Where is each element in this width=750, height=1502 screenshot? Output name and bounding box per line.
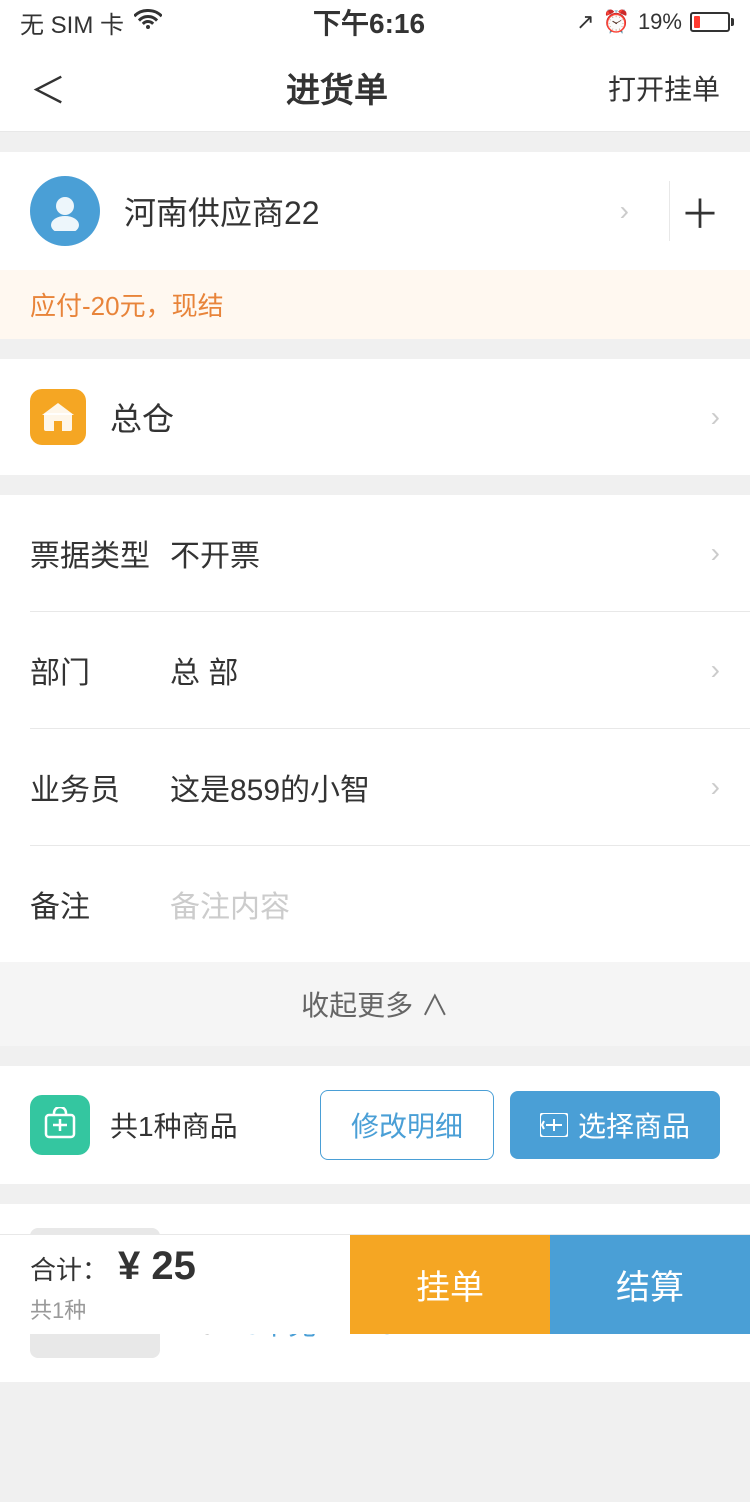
status-bar: 无 SIM 卡 下午6:16 ↗ ⏰ 19%	[0, 0, 750, 44]
checkout-button[interactable]: 结算	[550, 1235, 750, 1334]
supplier-arrow-icon: ›	[620, 195, 629, 227]
section-gap-3	[0, 475, 750, 495]
open-hang-button[interactable]: 打开挂单	[608, 68, 720, 108]
wifi-icon	[134, 8, 162, 36]
page-title: 进货单	[286, 63, 388, 112]
battery-percent: 19%	[638, 9, 682, 35]
supplier-avatar	[30, 176, 100, 246]
status-right: ↗ ⏰ 19%	[576, 9, 730, 35]
section-gap-2	[0, 339, 750, 359]
department-value: 总 部	[170, 648, 711, 692]
alarm-icon: ⏰	[603, 9, 630, 35]
section-gap-4	[0, 1046, 750, 1066]
edit-detail-button[interactable]: 修改明细	[320, 1090, 494, 1160]
carrier-label: 无 SIM 卡	[20, 5, 124, 40]
invoice-type-row[interactable]: 票据类型 不开票 ›	[0, 495, 750, 611]
status-time: 下午6:16	[313, 2, 425, 42]
location-icon: ↗	[576, 9, 594, 35]
form-section: 票据类型 不开票 › 部门 总 部 › 业务员 这是859的小智 › 备注 备注…	[0, 495, 750, 962]
department-arrow-icon: ›	[711, 654, 720, 686]
select-product-label: 选择商品	[578, 1105, 690, 1145]
product-count-icon	[30, 1095, 90, 1155]
salesperson-value: 这是859的小智	[170, 765, 711, 809]
supplier-name[interactable]: 河南供应商22	[124, 188, 620, 234]
warehouse-arrow-icon: ›	[711, 401, 720, 433]
battery-icon	[690, 12, 730, 32]
footer-count: 共1种	[30, 1293, 320, 1325]
department-row[interactable]: 部门 总 部 ›	[0, 612, 750, 728]
total-label: 合计：	[30, 1250, 108, 1287]
supplier-add-button[interactable]: ＋	[680, 182, 720, 240]
product-section-header: 共1种商品 修改明细 选择商品	[0, 1066, 750, 1184]
supplier-divider	[669, 181, 670, 241]
warehouse-row[interactable]: 总仓 ›	[0, 359, 750, 475]
salesperson-arrow-icon: ›	[711, 771, 720, 803]
nav-bar: ＜ 进货单 打开挂单	[0, 44, 750, 132]
footer: 合计： ¥ 25 共1种 挂单 结算	[0, 1234, 750, 1334]
back-button[interactable]: ＜	[30, 62, 66, 114]
footer-spacer	[0, 1382, 750, 1502]
supplier-section: 河南供应商22 › ＋ 应付-20元，现结	[0, 152, 750, 339]
alert-banner: 应付-20元，现结	[0, 270, 750, 339]
remark-key: 备注	[30, 882, 170, 926]
total-amount: ¥ 25	[118, 1244, 196, 1289]
warehouse-icon	[30, 389, 86, 445]
department-key: 部门	[30, 648, 170, 692]
invoice-type-key: 票据类型	[30, 531, 170, 575]
footer-total: 合计： ¥ 25 共1种	[0, 1235, 350, 1334]
warehouse-section: 总仓 ›	[0, 359, 750, 475]
select-product-button[interactable]: 选择商品	[510, 1091, 720, 1159]
warehouse-name: 总仓	[110, 394, 711, 440]
remark-placeholder[interactable]: 备注内容	[170, 882, 720, 926]
invoice-type-value: 不开票	[170, 531, 711, 575]
product-count-text: 共1种商品	[110, 1105, 320, 1145]
supplier-row: 河南供应商22 › ＋	[0, 152, 750, 270]
section-gap-1	[0, 132, 750, 152]
salesperson-row[interactable]: 业务员 这是859的小智 ›	[0, 729, 750, 845]
status-left: 无 SIM 卡	[20, 5, 162, 40]
salesperson-key: 业务员	[30, 765, 170, 809]
footer-total-line: 合计： ¥ 25	[30, 1244, 320, 1289]
remark-row[interactable]: 备注 备注内容	[0, 846, 750, 962]
collapse-label: 收起更多 ∧	[301, 984, 449, 1024]
collapse-button[interactable]: 收起更多 ∧	[0, 962, 750, 1046]
invoice-type-arrow-icon: ›	[711, 537, 720, 569]
hang-order-button[interactable]: 挂单	[350, 1235, 550, 1334]
